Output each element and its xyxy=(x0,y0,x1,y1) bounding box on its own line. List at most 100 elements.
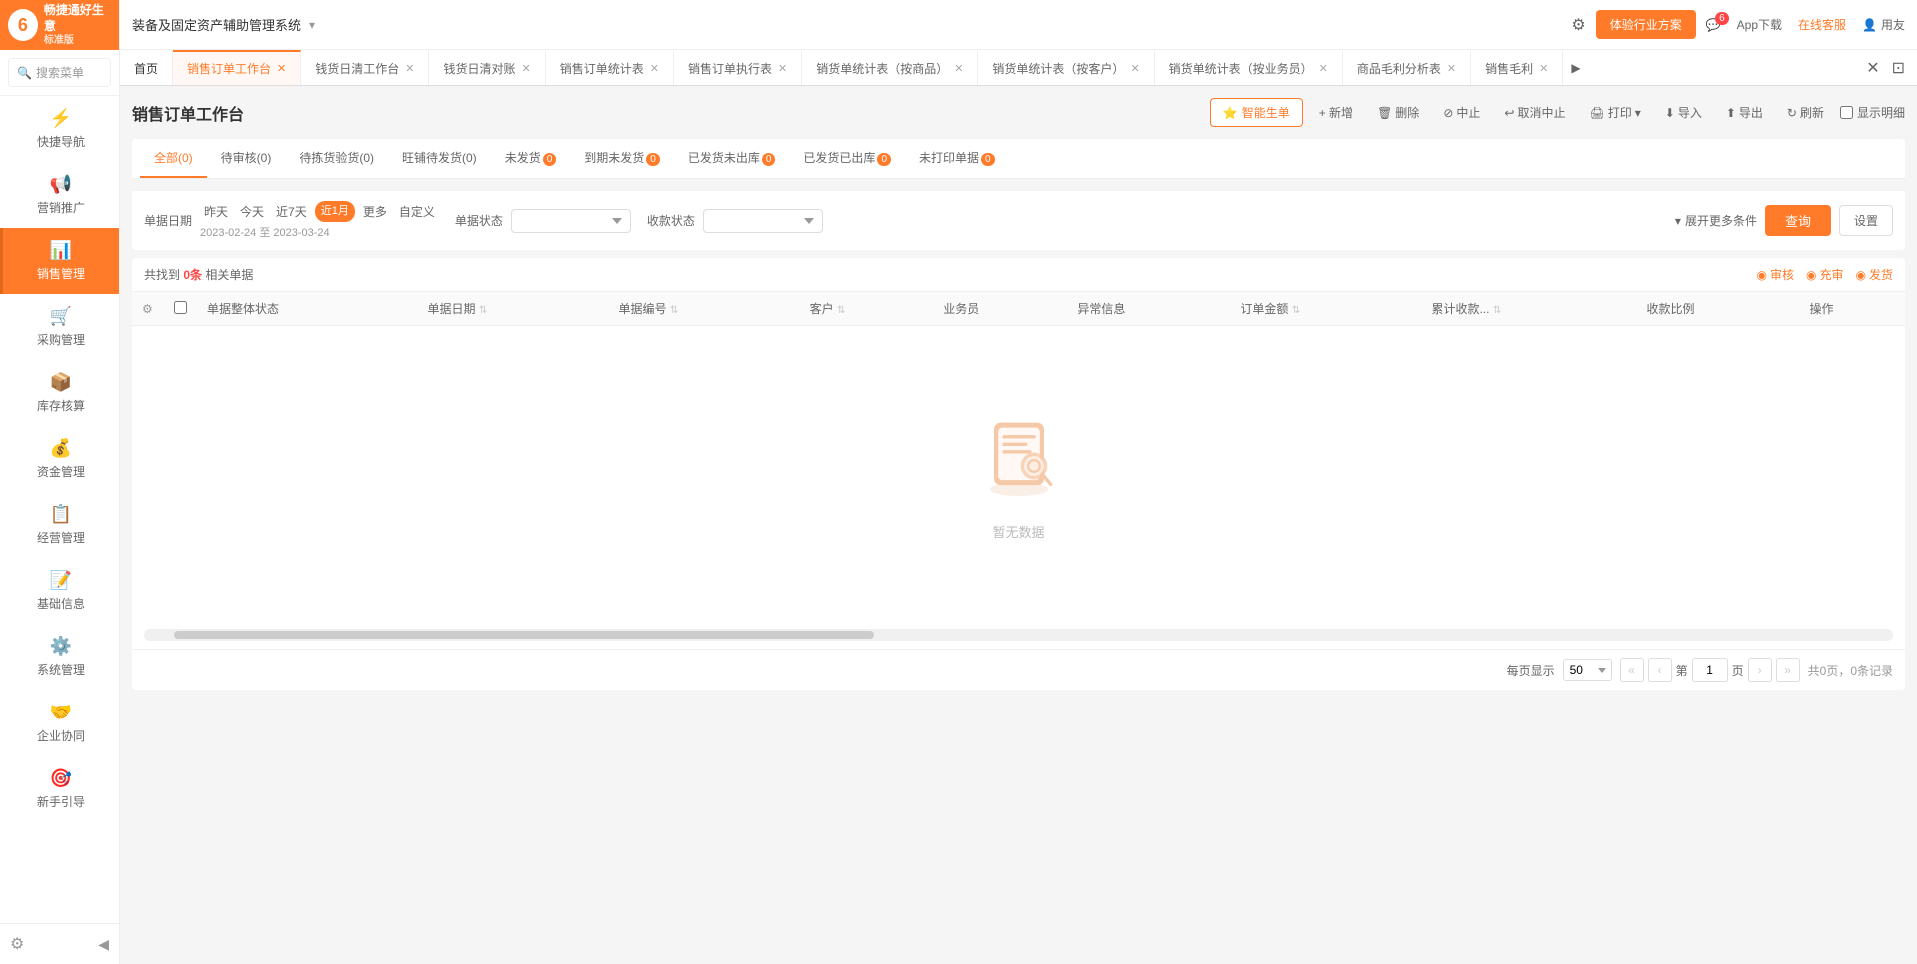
sidebar-item-system[interactable]: ⚙️ 系统管理 xyxy=(0,624,119,690)
subtab-all[interactable]: 全部(0) xyxy=(140,139,207,178)
column-settings-icon[interactable]: ⚙ xyxy=(142,302,153,316)
sidebar-item-sales[interactable]: 📊 销售管理 xyxy=(0,228,119,294)
sidebar-item-finance[interactable]: 💰 资金管理 xyxy=(0,426,119,492)
search-menu-button[interactable]: 🔍 搜索菜单 xyxy=(8,58,111,87)
tab-cash-daily[interactable]: 钱货日清工作台 ✕ xyxy=(301,50,429,86)
sidebar-item-marketing[interactable]: 📢 营销推广 xyxy=(0,162,119,228)
number-sort-icon[interactable]: ⇅ xyxy=(670,305,678,316)
tab-sales-stats-close[interactable]: ✕ xyxy=(650,62,659,75)
tab-home[interactable]: 首页 xyxy=(120,50,173,86)
th-date[interactable]: 单据日期 ⇅ xyxy=(417,292,608,326)
first-page-button[interactable]: « xyxy=(1620,658,1644,682)
sidebar-item-operations[interactable]: 📋 经营管理 xyxy=(0,492,119,558)
tab-sales-summary-staff-close[interactable]: ✕ xyxy=(1319,62,1328,75)
subtab-expired-not-shipped[interactable]: 到期未发货0 xyxy=(570,139,674,178)
notification-button[interactable]: 💬 6 xyxy=(1706,18,1721,32)
add-button[interactable]: + 新增 xyxy=(1311,99,1361,126)
system-dropdown-arrow[interactable]: ▾ xyxy=(309,18,315,32)
sidebar-item-quick-nav[interactable]: ⚡ 快捷导航 xyxy=(0,96,119,162)
online-service-link[interactable]: 在线客服 xyxy=(1798,16,1846,33)
subtab-pending-inspect[interactable]: 待拣货验货(0) xyxy=(285,139,388,178)
audit-op-button[interactable]: ◉ 审核 xyxy=(1757,266,1795,283)
select-all-checkbox[interactable] xyxy=(174,301,187,314)
tab-cash-reconcile[interactable]: 钱货日清对账 ✕ xyxy=(429,50,545,86)
amount-sort-icon[interactable]: ⇅ xyxy=(1292,305,1300,316)
page-size-select[interactable]: 50 10 20 100 xyxy=(1563,659,1612,681)
th-check[interactable] xyxy=(164,292,197,326)
cancel-stop-button[interactable]: ↩ 取消中止 xyxy=(1496,99,1573,126)
show-detail-checkbox[interactable] xyxy=(1840,106,1853,119)
subtab-shipped-out[interactable]: 已发货已出库0 xyxy=(789,139,905,178)
tab-goods-margin[interactable]: 商品毛利分析表 ✕ xyxy=(1343,50,1471,86)
app-download-link[interactable]: App下载 xyxy=(1737,16,1782,33)
th-collected[interactable]: 累计收款... ⇅ xyxy=(1421,292,1636,326)
last-page-button[interactable]: » xyxy=(1776,658,1800,682)
subtab-shipped-not-out[interactable]: 已发货未出库0 xyxy=(674,139,790,178)
tab-sales-workbench-close[interactable]: ✕ xyxy=(277,62,286,75)
sidebar-item-enterprise[interactable]: 🤝 企业协同 xyxy=(0,690,119,756)
tab-sales-workbench[interactable]: 销售订单工作台 ✕ xyxy=(173,50,301,86)
th-number[interactable]: 单据编号 ⇅ xyxy=(609,292,800,326)
page-number-input[interactable] xyxy=(1692,658,1728,682)
horizontal-scrollbar[interactable] xyxy=(144,629,1893,641)
tab-sales-summary-product-close[interactable]: ✕ xyxy=(954,62,963,75)
tab-cash-daily-close[interactable]: ✕ xyxy=(405,62,414,75)
tab-sales-summary-customer-close[interactable]: ✕ xyxy=(1130,62,1139,75)
prev-page-button[interactable]: ‹ xyxy=(1648,658,1672,682)
delete-button[interactable]: 🗑 删除 xyxy=(1369,99,1427,126)
date-opt-today[interactable]: 今天 xyxy=(236,201,268,222)
tab-sales-profit-close[interactable]: ✕ xyxy=(1539,62,1548,75)
tab-cash-reconcile-close[interactable]: ✕ xyxy=(522,62,531,75)
th-gear[interactable]: ⚙ xyxy=(132,292,164,326)
settings-gear-icon[interactable]: ⚙ xyxy=(1571,15,1585,35)
tab-sales-summary-product[interactable]: 销货单统计表（按商品） ✕ xyxy=(802,50,978,86)
date-opt-yesterday[interactable]: 昨天 xyxy=(200,201,232,222)
tab-sales-exec-close[interactable]: ✕ xyxy=(778,62,787,75)
stop-button[interactable]: ⊘ 中止 xyxy=(1435,99,1488,126)
tab-sales-summary-staff[interactable]: 销货单统计表（按业务员） ✕ xyxy=(1155,50,1343,86)
tab-sales-summary-customer[interactable]: 销货单统计表（按客户） ✕ xyxy=(978,50,1154,86)
date-opt-7days[interactable]: 近7天 xyxy=(272,201,311,222)
sidebar-item-inventory[interactable]: 📦 库存核算 xyxy=(0,360,119,426)
status-select[interactable] xyxy=(511,209,631,233)
print-dropdown-icon[interactable]: ▾ xyxy=(1635,106,1641,120)
tab-more-button[interactable]: ▶ xyxy=(1563,61,1588,75)
industry-solution-button[interactable]: 体验行业方案 xyxy=(1596,10,1696,39)
tab-close-all-button[interactable]: ✕ xyxy=(1862,56,1883,80)
scroll-thumb[interactable] xyxy=(174,631,874,639)
tab-sales-stats[interactable]: 销售订单统计表 ✕ xyxy=(546,50,674,86)
sidebar-collapse-button[interactable]: ◀ xyxy=(98,936,109,953)
expand-filters-button[interactable]: ▾ 展开更多条件 xyxy=(1675,212,1757,229)
subtab-wangpu[interactable]: 旺铺待发货(0) xyxy=(388,139,491,178)
export-button[interactable]: ⬆ 导出 xyxy=(1718,99,1771,126)
sidebar-settings-button[interactable]: ⚙ xyxy=(10,934,24,954)
user-menu[interactable]: 👤 用友 xyxy=(1862,16,1905,33)
ai-generate-button[interactable]: ⭐ 智能生单 xyxy=(1210,98,1303,127)
date-opt-more[interactable]: 更多 xyxy=(359,201,391,222)
sidebar-item-basic-info[interactable]: 📝 基础信息 xyxy=(0,558,119,624)
tab-sales-exec[interactable]: 销售订单执行表 ✕ xyxy=(674,50,802,86)
payment-select[interactable] xyxy=(703,209,823,233)
next-page-button[interactable]: › xyxy=(1748,658,1772,682)
sidebar-item-guide[interactable]: 🎯 新手引导 xyxy=(0,756,119,822)
date-opt-custom[interactable]: 自定义 xyxy=(395,201,439,222)
ship-op-button[interactable]: ◉ 发货 xyxy=(1856,266,1894,283)
tab-goods-margin-close[interactable]: ✕ xyxy=(1447,62,1456,75)
date-sort-icon[interactable]: ⇅ xyxy=(479,305,487,316)
refresh-button[interactable]: ↻ 刷新 xyxy=(1779,99,1832,126)
query-button[interactable]: 查询 xyxy=(1765,205,1831,236)
sidebar-item-purchase[interactable]: 🛒 采购管理 xyxy=(0,294,119,360)
subtab-pending-audit[interactable]: 待审核(0) xyxy=(207,139,286,178)
tab-maximize-button[interactable]: ⊡ xyxy=(1888,56,1909,80)
date-opt-1month[interactable]: 近1月 xyxy=(315,201,355,222)
tab-sales-profit[interactable]: 销售毛利 ✕ xyxy=(1471,50,1563,86)
print-button[interactable]: 🖨 打印 ▾ xyxy=(1581,99,1648,126)
import-button[interactable]: ⬇ 导入 xyxy=(1657,99,1710,126)
customer-sort-icon[interactable]: ⇅ xyxy=(837,305,845,316)
th-amount[interactable]: 订单金额 ⇅ xyxy=(1230,292,1421,326)
subtab-not-shipped[interactable]: 未发货0 xyxy=(491,139,571,178)
filter-setting-button[interactable]: 设置 xyxy=(1839,205,1893,236)
collected-sort-icon[interactable]: ⇅ xyxy=(1493,305,1501,316)
deaudit-op-button[interactable]: ◉ 充审 xyxy=(1806,266,1844,283)
subtab-not-printed[interactable]: 未打印单据0 xyxy=(905,139,1009,178)
